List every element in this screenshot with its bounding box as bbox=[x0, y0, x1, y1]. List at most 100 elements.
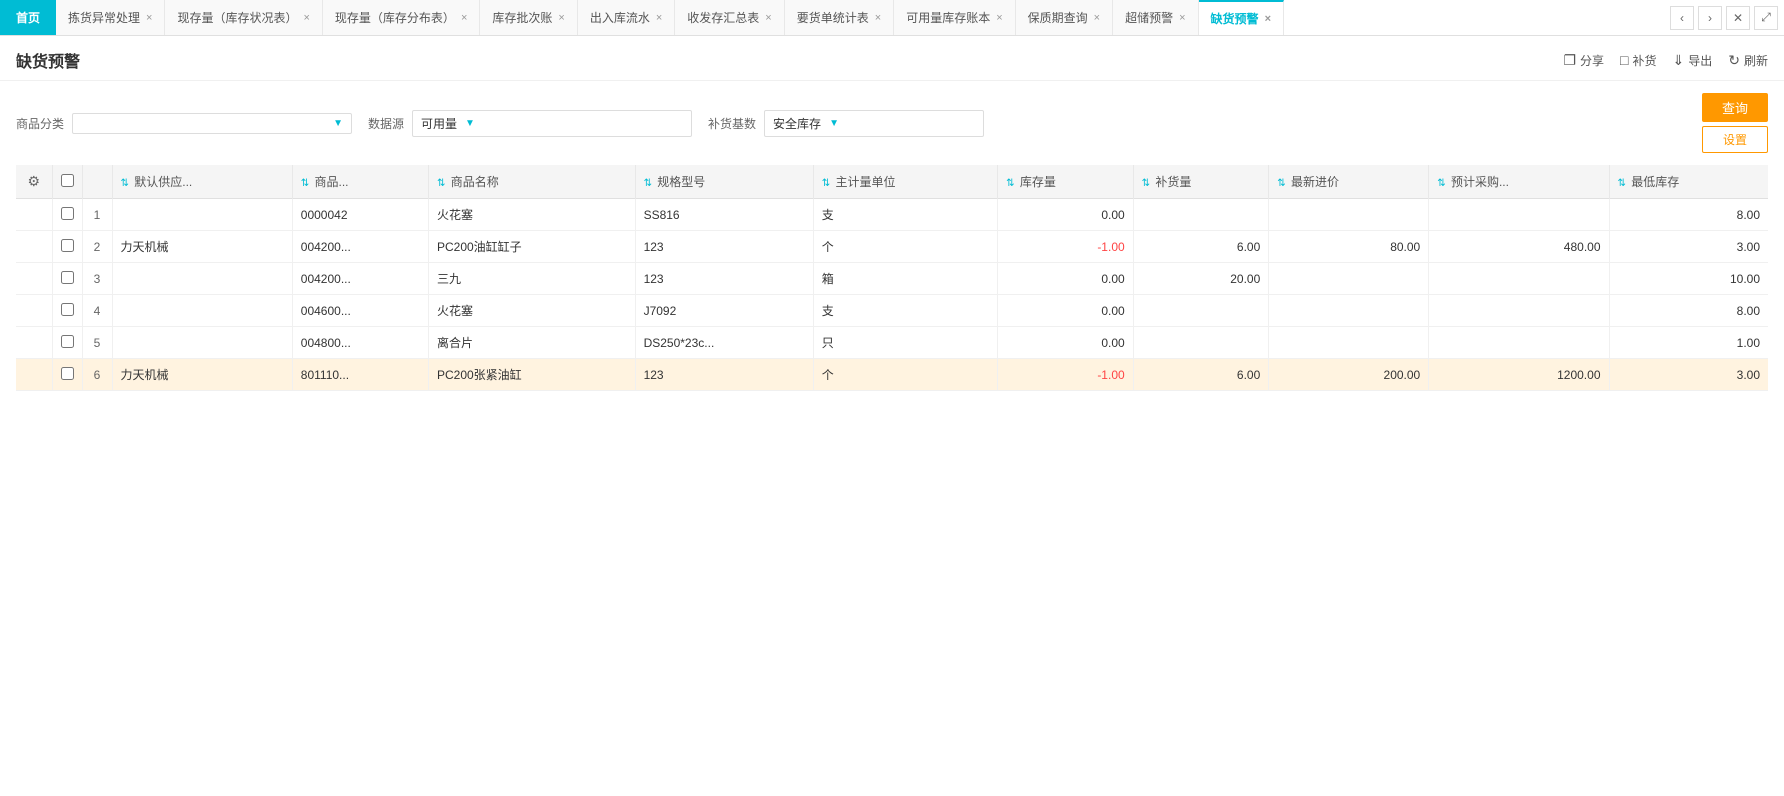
row-estimated-purchase-2 bbox=[1429, 263, 1609, 295]
col-stock[interactable]: ⇅ 库存量 bbox=[998, 165, 1134, 199]
row-settings-0 bbox=[16, 199, 52, 231]
settings-gear-icon[interactable]: ⚙ bbox=[27, 173, 40, 189]
row-name-1: PC200油缸缸子 bbox=[428, 231, 635, 263]
col-goods-code[interactable]: ⇅ 商品... bbox=[292, 165, 428, 199]
tab-10-close[interactable]: × bbox=[1179, 12, 1185, 24]
sort-icon-stock: ⇅ bbox=[1006, 178, 1014, 189]
col-estimated-purchase[interactable]: ⇅ 预计采购... bbox=[1429, 165, 1609, 199]
table-header-row: ⚙ ⇅ 默认供应... ⇅ 商品... ⇅ bbox=[16, 165, 1768, 199]
sort-icon-spec: ⇅ bbox=[644, 178, 652, 189]
datasource-select[interactable]: 可用量 ▼ bbox=[412, 110, 692, 137]
row-stock-2: 0.00 bbox=[998, 263, 1134, 295]
tab-8[interactable]: 可用量库存账本 × bbox=[894, 0, 1015, 35]
tab-2[interactable]: 现存量（库存状况表） × bbox=[165, 0, 322, 35]
row-code-3: 004600... bbox=[292, 295, 428, 327]
tab-7-close[interactable]: × bbox=[875, 12, 881, 24]
col-stock-label: 库存量 bbox=[1020, 175, 1056, 189]
row-estimated-purchase-3 bbox=[1429, 295, 1609, 327]
row-checkbox-1[interactable] bbox=[52, 231, 82, 263]
tab-5-close[interactable]: × bbox=[656, 12, 662, 24]
col-spec[interactable]: ⇅ 规格型号 bbox=[635, 165, 813, 199]
tab-5-label: 出入库流水 bbox=[590, 9, 650, 26]
row-select-4[interactable] bbox=[61, 335, 74, 348]
col-supplier[interactable]: ⇅ 默认供应... bbox=[112, 165, 292, 199]
row-estimated-purchase-0 bbox=[1429, 199, 1609, 231]
tab-11[interactable]: 缺货预警 × bbox=[1199, 0, 1284, 35]
tab-2-close[interactable]: × bbox=[303, 12, 309, 24]
row-stock-5: -1.00 bbox=[998, 359, 1134, 391]
row-checkbox-3[interactable] bbox=[52, 295, 82, 327]
tab-5[interactable]: 出入库流水 × bbox=[578, 0, 675, 35]
tab-7[interactable]: 要货单统计表 × bbox=[785, 0, 894, 35]
col-checkbox[interactable] bbox=[52, 165, 82, 199]
table-row: 6力天机械801110...PC200张紧油缸123个-1.006.00200.… bbox=[16, 359, 1768, 391]
row-select-5[interactable] bbox=[61, 367, 74, 380]
tab-3-close[interactable]: × bbox=[461, 12, 467, 24]
tab-6[interactable]: 收发存汇总表 × bbox=[675, 0, 784, 35]
tab-8-close[interactable]: × bbox=[996, 12, 1002, 24]
row-spec-4: DS250*23c... bbox=[635, 327, 813, 359]
row-unit-3: 支 bbox=[813, 295, 997, 327]
share-icon: ❐ bbox=[1563, 52, 1576, 69]
col-latest-price[interactable]: ⇅ 最新进价 bbox=[1269, 165, 1429, 199]
export-label: 导出 bbox=[1688, 52, 1712, 69]
col-unit[interactable]: ⇅ 主计量单位 bbox=[813, 165, 997, 199]
query-button[interactable]: 查询 bbox=[1702, 93, 1768, 122]
row-stock-4: 0.00 bbox=[998, 327, 1134, 359]
tab-1-close[interactable]: × bbox=[146, 12, 152, 24]
tab-close-all-btn[interactable]: ✕ bbox=[1726, 6, 1750, 30]
tab-1[interactable]: 拣货异常处理 × bbox=[56, 0, 165, 35]
refresh-btn[interactable]: ↻ 刷新 bbox=[1728, 52, 1768, 69]
row-checkbox-0[interactable] bbox=[52, 199, 82, 231]
tab-next-btn[interactable]: › bbox=[1698, 6, 1722, 30]
tab-prev-btn[interactable]: ‹ bbox=[1670, 6, 1694, 30]
row-replenish-qty-0 bbox=[1133, 199, 1269, 231]
row-select-2[interactable] bbox=[61, 271, 74, 284]
row-min-stock-0: 8.00 bbox=[1609, 199, 1768, 231]
sort-icon-replenish: ⇅ bbox=[1142, 178, 1150, 189]
row-select-3[interactable] bbox=[61, 303, 74, 316]
row-unit-4: 只 bbox=[813, 327, 997, 359]
tab-expand-btn[interactable]: ⤢ bbox=[1754, 6, 1778, 30]
settings-button[interactable]: 设置 bbox=[1702, 126, 1768, 153]
page-title: 缺货预警 bbox=[16, 48, 1563, 72]
tab-home-label: 首页 bbox=[16, 9, 40, 26]
tab-4[interactable]: 库存批次账 × bbox=[480, 0, 577, 35]
tab-10[interactable]: 超储预警 × bbox=[1113, 0, 1198, 35]
row-settings-3 bbox=[16, 295, 52, 327]
tab-6-close[interactable]: × bbox=[765, 12, 771, 24]
row-checkbox-5[interactable] bbox=[52, 359, 82, 391]
tab-9[interactable]: 保质期查询 × bbox=[1016, 0, 1113, 35]
category-select[interactable]: ▼ bbox=[72, 113, 352, 134]
col-unit-label: 主计量单位 bbox=[835, 175, 895, 189]
col-settings[interactable]: ⚙ bbox=[16, 165, 52, 199]
row-unit-5: 个 bbox=[813, 359, 997, 391]
row-spec-2: 123 bbox=[635, 263, 813, 295]
row-stock-0: 0.00 bbox=[998, 199, 1134, 231]
share-btn[interactable]: ❐ 分享 bbox=[1563, 52, 1604, 69]
row-checkbox-4[interactable] bbox=[52, 327, 82, 359]
col-min-stock[interactable]: ⇅ 最低库存 bbox=[1609, 165, 1768, 199]
tab-3[interactable]: 现存量（库存分布表） × bbox=[323, 0, 480, 35]
col-latest-price-label: 最新进价 bbox=[1291, 175, 1339, 189]
tab-4-close[interactable]: × bbox=[558, 12, 564, 24]
col-goods-name[interactable]: ⇅ 商品名称 bbox=[428, 165, 635, 199]
category-filter: 商品分类 ▼ bbox=[16, 113, 352, 134]
replenish-btn[interactable]: □ 补货 bbox=[1620, 52, 1656, 69]
replenish-select[interactable]: 安全库存 ▼ bbox=[764, 110, 984, 137]
row-spec-0: SS816 bbox=[635, 199, 813, 231]
row-checkbox-2[interactable] bbox=[52, 263, 82, 295]
tab-home[interactable]: 首页 bbox=[0, 0, 56, 35]
row-select-0[interactable] bbox=[61, 207, 74, 220]
tab-11-close[interactable]: × bbox=[1265, 13, 1271, 25]
export-btn[interactable]: ⇓ 导出 bbox=[1673, 52, 1713, 69]
tab-9-close[interactable]: × bbox=[1094, 12, 1100, 24]
select-all-checkbox[interactable] bbox=[61, 174, 74, 187]
table-row: 2力天机械004200...PC200油缸缸子123个-1.006.0080.0… bbox=[16, 231, 1768, 263]
row-select-1[interactable] bbox=[61, 239, 74, 252]
replenish-label: 补货 bbox=[1632, 52, 1656, 69]
tab-11-label: 缺货预警 bbox=[1211, 10, 1259, 27]
row-code-5: 801110... bbox=[292, 359, 428, 391]
col-replenish-qty[interactable]: ⇅ 补货量 bbox=[1133, 165, 1269, 199]
row-name-5: PC200张紧油缸 bbox=[428, 359, 635, 391]
